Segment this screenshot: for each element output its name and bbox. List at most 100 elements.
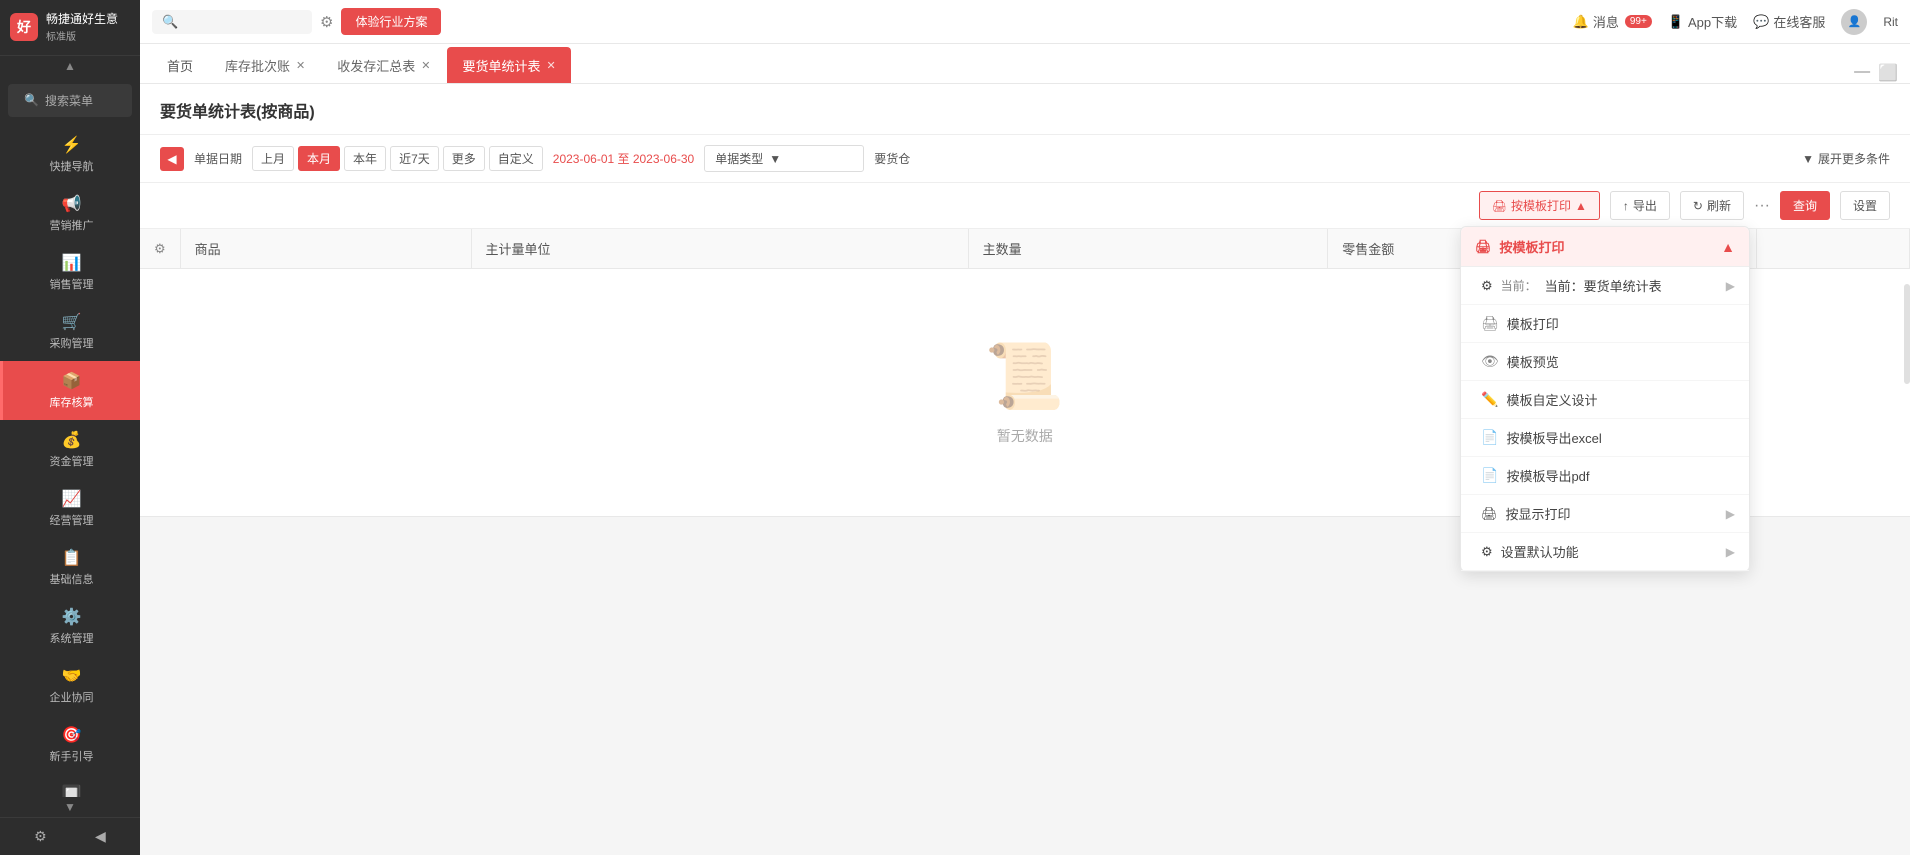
app-logo-text: 畅捷通好生意 标准版: [46, 12, 118, 43]
set-default-item[interactable]: ⚙ 设置默认功能 ▶: [1461, 533, 1749, 571]
topbar-search-input[interactable]: [184, 15, 302, 29]
sidebar-item-system[interactable]: ⚙️ 系统管理: [0, 597, 140, 656]
sidebar-scroll-up[interactable]: ▲: [0, 56, 140, 76]
sidebar-item-base[interactable]: 📋 基础信息: [0, 538, 140, 597]
sidebar-item-purchase[interactable]: 🛒 采购管理: [0, 302, 140, 361]
filter-current-month-btn[interactable]: 本月: [298, 146, 340, 171]
tab-bar: 首页 库存批次账 ✕ 收发存汇总表 ✕ 要货单统计表 ✕ — ⬜: [140, 44, 1910, 84]
tab-batch-account[interactable]: 库存批次账 ✕: [210, 47, 320, 83]
export-btn[interactable]: ↑ 导出: [1610, 191, 1670, 220]
collab-icon: 🤝: [62, 666, 82, 686]
chevron-up-icon: ▲: [1575, 199, 1587, 213]
marketing-icon: 📢: [62, 194, 82, 214]
operations-icon: 📈: [62, 489, 82, 509]
topbar-settings-icon[interactable]: ⚙: [320, 13, 333, 31]
template-custom-item[interactable]: ✏️ 模板自定义设计: [1461, 381, 1749, 419]
sidebar-collapse-btn[interactable]: ◀: [95, 828, 106, 845]
empty-icon: 📜: [985, 339, 1065, 414]
sidebar-item-operations[interactable]: 📈 经营管理: [0, 479, 140, 538]
sidebar-item-guide[interactable]: 🎯 新手引导: [0, 715, 140, 774]
topbar-right: 🔔 消息 99+ 📱 App下载 💬 在线客服 👤 Rit: [1573, 9, 1898, 35]
filter-custom-btn[interactable]: 自定义: [489, 146, 543, 171]
template-preview-icon: 👁: [1481, 353, 1499, 370]
date-filter-buttons: 上月 本月 本年 近7天 更多 自定义 2023-06-01 至 2023-06…: [252, 146, 694, 171]
filter-current-year-btn[interactable]: 本年: [344, 146, 386, 171]
finance-icon: 💰: [62, 430, 82, 450]
username-label: Rit: [1883, 15, 1898, 29]
template-dropdown-title: 🖨 按模板打印: [1475, 237, 1565, 256]
sidebar-search-btn[interactable]: 🔍 搜索菜单: [8, 84, 132, 117]
settings-btn[interactable]: 设置: [1840, 191, 1890, 220]
tab-receipt-summary[interactable]: 收发存汇总表 ✕: [322, 47, 445, 83]
sidebar-scroll-down[interactable]: ▼: [0, 797, 140, 817]
filter-collapse-btn[interactable]: ◀: [160, 147, 184, 171]
app-logo-icon: 好: [10, 13, 38, 41]
sidebar-item-marketing[interactable]: 📢 营销推广: [0, 184, 140, 243]
filter-more-btn[interactable]: 更多: [443, 146, 485, 171]
template-print-dropdown: 🖨 按模板打印 ▲ ⚙ 当前： 当前：要货单统计表 ▶ 🖨 模板打印: [1460, 226, 1750, 572]
template-dropdown-printer-icon: 🖨: [1475, 239, 1492, 255]
sidebar-item-collab[interactable]: 🤝 企业协同: [0, 656, 140, 715]
date-filter-label: 单据日期: [194, 150, 242, 167]
current-template-chevron: ▶: [1726, 279, 1735, 293]
sidebar-settings-btn[interactable]: ⚙: [34, 828, 47, 845]
topbar-search-icon: 🔍: [162, 14, 178, 30]
order-type-label: 单据类型: [715, 150, 763, 167]
search-icon: 🔍: [24, 93, 39, 107]
order-type-filter[interactable]: 单据类型 ▼: [704, 145, 864, 172]
template-excel-item[interactable]: 📄 按模板导出excel: [1461, 419, 1749, 457]
template-preview-item[interactable]: 👁 模板预览: [1461, 343, 1749, 381]
guide-icon: 🎯: [62, 725, 82, 745]
inventory-icon: 📦: [62, 371, 82, 391]
app-download-btn[interactable]: 📱 App下载: [1668, 12, 1737, 31]
table-header-unit: 主计量单位: [471, 229, 968, 269]
display-print-item[interactable]: 🖨 按显示打印 ▶: [1461, 495, 1749, 533]
template-dropdown-header: 🖨 按模板打印 ▲: [1461, 227, 1749, 267]
sidebar-item-sales[interactable]: 📊 销售管理: [0, 243, 140, 302]
tab-receipt-summary-close[interactable]: ✕: [421, 59, 430, 72]
set-default-chevron: ▶: [1726, 545, 1735, 559]
template-pdf-item[interactable]: 📄 按模板导出pdf: [1461, 457, 1749, 495]
template-print-btn[interactable]: 🖨 按模板打印 ▲: [1479, 191, 1600, 220]
sidebar-item-finance[interactable]: 💰 资金管理: [0, 420, 140, 479]
filter-prev-month-btn[interactable]: 上月: [252, 146, 294, 171]
expand-filters-btn[interactable]: ▼ 展开更多条件: [1802, 150, 1890, 167]
sidebar-item-inventory[interactable]: 📦 库存核算: [0, 361, 140, 420]
settings-gear-icon[interactable]: ⚙: [154, 241, 166, 256]
template-current-label: 当前：: [1501, 277, 1537, 294]
sidebar-item-quick-nav[interactable]: ⚡ 快捷导航: [0, 125, 140, 184]
tab-order-stats-close[interactable]: ✕: [547, 59, 556, 72]
template-print-icon: 🖨: [1481, 315, 1499, 332]
query-btn[interactable]: 查询: [1780, 191, 1830, 220]
topbar-search-box[interactable]: 🔍: [152, 10, 312, 34]
window-maximize-icon[interactable]: ⬜: [1878, 63, 1898, 83]
more-options-btn[interactable]: ···: [1754, 197, 1770, 215]
date-range-display: 2023-06-01 至 2023-06-30: [553, 150, 694, 167]
table-header-settings[interactable]: ⚙: [140, 229, 180, 269]
template-print-item[interactable]: 🖨 模板打印: [1461, 305, 1749, 343]
online-service-btn[interactable]: 💬 在线客服: [1753, 12, 1825, 31]
extra-filter-label: 要货仓: [874, 150, 910, 167]
apps-icon: 🔲: [62, 784, 82, 797]
scrollbar-handle[interactable]: [1904, 284, 1910, 384]
template-excel-icon: 📄: [1481, 429, 1498, 446]
tab-batch-account-close[interactable]: ✕: [296, 59, 305, 72]
display-print-icon: 🖨: [1481, 506, 1498, 522]
experience-btn[interactable]: 体验行业方案: [341, 8, 441, 35]
filter-7days-btn[interactable]: 近7天: [390, 146, 439, 171]
refresh-btn[interactable]: ↻ 刷新: [1680, 191, 1744, 220]
user-avatar[interactable]: 👤: [1841, 9, 1867, 35]
tab-home[interactable]: 首页: [152, 47, 208, 83]
table-header-extra: [1756, 229, 1909, 269]
template-current-item[interactable]: ⚙ 当前： 当前：要货单统计表 ▶: [1461, 267, 1749, 305]
main-content: 🔍 ⚙ 体验行业方案 🔔 消息 99+ 📱 App下载 💬 在线客服 👤 Rit: [140, 0, 1910, 855]
sidebar-logo: 好 畅捷通好生意 标准版: [0, 0, 140, 56]
notification-btn[interactable]: 🔔 消息 99+: [1573, 12, 1652, 31]
order-type-dropdown-icon: ▼: [769, 152, 781, 166]
export-icon: ↑: [1623, 199, 1629, 213]
sidebar-item-apps[interactable]: 🔲 应用中心: [0, 774, 140, 797]
template-excel-left: 📄 按模板导出excel: [1481, 428, 1602, 447]
template-dropdown-close-btn[interactable]: ▲: [1721, 239, 1735, 255]
window-minimize-icon[interactable]: —: [1854, 63, 1870, 83]
tab-order-stats[interactable]: 要货单统计表 ✕: [447, 47, 570, 83]
